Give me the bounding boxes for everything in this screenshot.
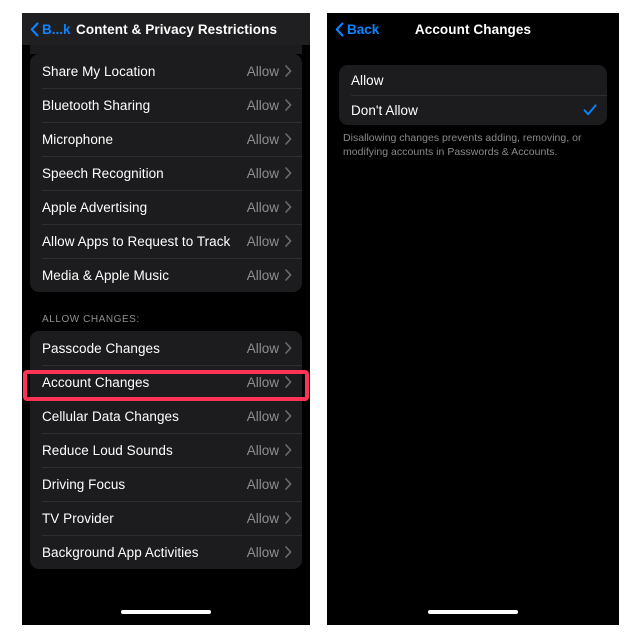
row-accessory: Allow [247, 166, 292, 181]
back-button-right-label: Back [347, 21, 380, 37]
row-label: Apple Advertising [42, 199, 148, 215]
row-value: Allow [246, 544, 279, 560]
row-accessory: Allow [247, 477, 292, 492]
option-accessory [583, 103, 597, 117]
chevron-right-icon [285, 342, 292, 354]
option-label: Don't Allow [351, 102, 418, 118]
option-row-allow[interactable]: Allow [339, 65, 607, 95]
back-button-right[interactable]: Back [335, 22, 379, 37]
table-row[interactable]: Bluetooth Sharing Allow [30, 88, 302, 122]
row-label: Background App Activities [42, 544, 199, 560]
chevron-right-icon [285, 65, 292, 77]
chevron-right-icon [285, 201, 292, 213]
row-label: Share My Location [42, 63, 156, 79]
left-phone-screen: B...k Content & Privacy Restrictions Sha… [22, 13, 310, 625]
table-row[interactable]: Background App Activities Allow [30, 535, 302, 569]
row-label: Driving Focus [42, 476, 126, 492]
home-indicator [121, 610, 211, 614]
chevron-right-icon [285, 269, 292, 281]
chevron-right-icon [285, 478, 292, 490]
row-value: Allow [246, 97, 279, 113]
table-row[interactable]: Speech Recognition Allow [30, 156, 302, 190]
row-accessory: Allow [247, 200, 292, 215]
table-row[interactable]: Driving Focus Allow [30, 467, 302, 501]
row-accessory: Allow [247, 375, 292, 390]
allow-changes-group: Passcode Changes Allow Account Changes A… [30, 331, 302, 569]
row-value: Allow [246, 408, 279, 424]
partial-row-top [30, 45, 302, 54]
row-value: Allow [246, 233, 279, 249]
account-changes-options-list: Allow Don't Allow Disallowing changes pr… [327, 45, 619, 625]
row-value: Allow [246, 374, 279, 390]
row-value: Allow [246, 510, 279, 526]
row-label: Cellular Data Changes [42, 408, 179, 424]
chevron-right-icon [285, 444, 292, 456]
checkmark-icon [583, 103, 597, 117]
chevron-right-icon [285, 410, 292, 422]
row-label: TV Provider [42, 510, 114, 526]
row-value: Allow [246, 442, 279, 458]
row-value: Allow [246, 165, 279, 181]
row-label: Reduce Loud Sounds [42, 442, 173, 458]
row-value: Allow [246, 63, 279, 79]
row-label: Bluetooth Sharing [42, 97, 151, 113]
row-label: Account Changes [42, 374, 150, 390]
row-label: Microphone [42, 131, 114, 147]
row-label: Passcode Changes [42, 340, 160, 356]
screenshot-stage: B...k Content & Privacy Restrictions Sha… [0, 0, 640, 640]
account-changes-option-group: Allow Don't Allow [339, 65, 607, 125]
table-row[interactable]: Media & Apple Music Allow [30, 258, 302, 292]
left-settings-list[interactable]: Share My Location Allow Bluetooth Sharin… [22, 45, 310, 625]
account-changes-footer-note: Disallowing changes prevents adding, rem… [343, 132, 582, 158]
option-label: Allow [351, 72, 384, 88]
chevron-right-icon [285, 133, 292, 145]
row-accessory: Allow [247, 545, 292, 560]
chevron-right-icon [285, 376, 292, 388]
chevron-right-icon [285, 167, 292, 179]
privacy-settings-group: Share My Location Allow Bluetooth Sharin… [30, 54, 302, 292]
chevron-right-icon [285, 99, 292, 111]
table-row[interactable]: TV Provider Allow [30, 501, 302, 535]
table-row[interactable]: Share My Location Allow [30, 54, 302, 88]
table-row[interactable]: Reduce Loud Sounds Allow [30, 433, 302, 467]
table-row[interactable]: Cellular Data Changes Allow [30, 399, 302, 433]
chevron-right-icon [285, 512, 292, 524]
row-accessory: Allow [247, 443, 292, 458]
option-row-dont-allow[interactable]: Don't Allow [339, 95, 607, 125]
allow-changes-section-header: ALLOW CHANGES: [42, 314, 140, 325]
row-accessory: Allow [247, 132, 292, 147]
back-button-left-label: B...k [42, 21, 71, 37]
row-accessory: Allow [247, 234, 292, 249]
table-row-account-changes[interactable]: Account Changes Allow [30, 365, 302, 399]
row-value: Allow [246, 267, 279, 283]
row-label: Speech Recognition [42, 165, 164, 181]
table-row[interactable]: Passcode Changes Allow [30, 331, 302, 365]
table-row[interactable]: Apple Advertising Allow [30, 190, 302, 224]
row-value: Allow [246, 131, 279, 147]
row-value: Allow [246, 340, 279, 356]
chevron-left-icon [30, 21, 39, 37]
right-phone-screen: Back Account Changes Allow Don't Allow D… [327, 13, 619, 625]
home-indicator [428, 610, 518, 614]
row-label: Allow Apps to Request to Track [42, 233, 231, 249]
back-button-left[interactable]: B...k [30, 22, 71, 37]
left-navbar: B...k Content & Privacy Restrictions [22, 13, 310, 45]
chevron-left-icon [335, 21, 344, 37]
row-label: Media & Apple Music [42, 267, 170, 283]
row-accessory: Allow [247, 268, 292, 283]
row-value: Allow [246, 476, 279, 492]
row-accessory: Allow [247, 409, 292, 424]
row-accessory: Allow [247, 341, 292, 356]
right-navbar: Back Account Changes [327, 13, 619, 45]
row-accessory: Allow [247, 98, 292, 113]
table-row[interactable]: Allow Apps to Request to Track Allow [30, 224, 302, 258]
chevron-right-icon [285, 235, 292, 247]
row-value: Allow [246, 199, 279, 215]
chevron-right-icon [285, 546, 292, 558]
row-accessory: Allow [247, 64, 292, 79]
table-row[interactable]: Microphone Allow [30, 122, 302, 156]
row-accessory: Allow [247, 511, 292, 526]
